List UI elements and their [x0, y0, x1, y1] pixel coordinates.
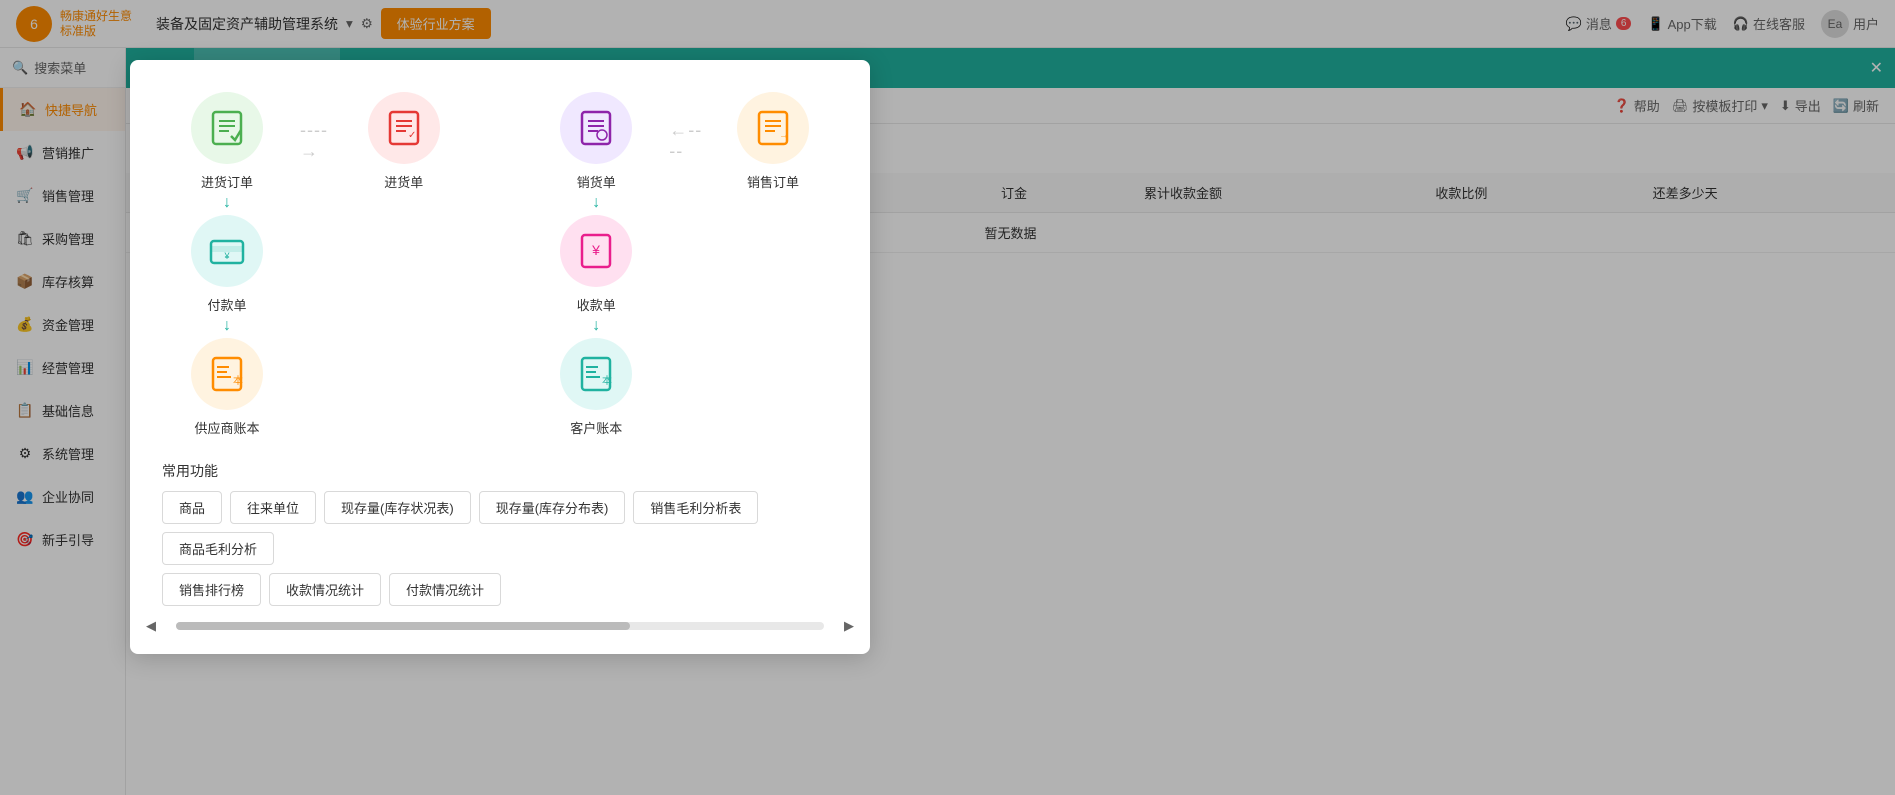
modal-box: 进货订单 ↓ ¥ 付款单 ↓ 本 — [130, 60, 870, 654]
sales-bill-circle — [560, 92, 632, 164]
scroll-track-wrap — [160, 622, 840, 630]
flow-col-1: 进货订单 ↓ ¥ 付款单 ↓ 本 — [162, 92, 292, 437]
arrow-down-2: ↓ — [592, 191, 600, 215]
supplier-account-circle: 本 — [191, 338, 263, 410]
svg-text:本: 本 — [233, 374, 243, 387]
svg-text:¥: ¥ — [591, 242, 600, 258]
flow-node-payment[interactable]: ¥ 付款单 — [162, 215, 292, 314]
scroll-arrow-right-btn[interactable]: ▶ — [844, 618, 854, 634]
common-btn-stock-dist[interactable]: 现存量(库存分布表) — [479, 491, 626, 524]
svg-text:¥: ¥ — [223, 251, 230, 261]
common-btn-stock-status[interactable]: 现存量(库存状况表) — [324, 491, 471, 524]
flow-node-sales-order[interactable]: → 销售订单 — [708, 92, 838, 191]
flow-col-3: 销货单 ↓ ¥ 收款单 ↓ 本 — [531, 92, 661, 437]
h-arrow-1: - - - - → — [292, 92, 339, 162]
arrow-down-1: ↓ — [223, 191, 231, 215]
modal-content: 进货订单 ↓ ¥ 付款单 ↓ 本 — [130, 60, 870, 606]
flow-node-purchase-bill[interactable]: ✓ 进货单 — [339, 92, 469, 191]
flow-node-customer-account[interactable]: 本 客户账本 — [531, 338, 661, 437]
common-btn-sales-rank[interactable]: 销售排行榜 — [162, 573, 261, 606]
scroll-arrow-left-btn[interactable]: ◀ — [146, 618, 156, 634]
common-btn-partner[interactable]: 往来单位 — [230, 491, 316, 524]
common-buttons-row-1: 商品 往来单位 现存量(库存状况表) 现存量(库存分布表) 销售毛利分析表 商品… — [162, 491, 838, 565]
svg-text:本: 本 — [602, 374, 612, 387]
scroll-row: ◀ ▶ — [130, 614, 870, 642]
modal-overlay[interactable]: 进货订单 ↓ ¥ 付款单 ↓ 本 — [0, 0, 1895, 795]
common-btn-receipt-stats[interactable]: 收款情况统计 — [269, 573, 381, 606]
payment-circle: ¥ — [191, 215, 263, 287]
h-arrow-2: ← - - - - — [661, 92, 708, 162]
flow-node-supplier-account[interactable]: 本 供应商账本 — [162, 338, 292, 437]
purchase-bill-label: 进货单 — [384, 172, 423, 191]
purchase-order-label: 进货订单 — [201, 172, 253, 191]
arrow-down-4: ↓ — [592, 314, 600, 338]
arrow-down-3: ↓ — [223, 314, 231, 338]
common-functions-section: 常用功能 商品 往来单位 现存量(库存状况表) 现存量(库存分布表) 销售毛利分… — [162, 461, 838, 606]
flow-node-purchase-order[interactable]: 进货订单 — [162, 92, 292, 191]
flow-node-sales-bill[interactable]: 销货单 — [531, 92, 661, 191]
flow-col-2: ✓ 进货单 — [339, 92, 469, 191]
flow-row-1: 进货订单 ↓ ¥ 付款单 ↓ 本 — [162, 84, 838, 445]
flow-section: 进货订单 ↓ ¥ 付款单 ↓ 本 — [162, 84, 838, 445]
common-btn-product[interactable]: 商品 — [162, 491, 222, 524]
receipt-circle: ¥ — [560, 215, 632, 287]
common-btn-payment-stats[interactable]: 付款情况统计 — [389, 573, 501, 606]
flow-col-4: → 销售订单 — [708, 92, 838, 191]
customer-account-circle: 本 — [560, 338, 632, 410]
sales-order-label: 销售订单 — [747, 172, 799, 191]
scroll-track — [176, 622, 824, 630]
receipt-label: 收款单 — [577, 295, 616, 314]
scroll-thumb[interactable] — [176, 622, 630, 630]
flow-node-receipt[interactable]: ¥ 收款单 — [531, 215, 661, 314]
common-buttons-row-2: 销售排行榜 收款情况统计 付款情况统计 — [162, 573, 838, 606]
sales-bill-label: 销货单 — [577, 172, 616, 191]
customer-account-label: 客户账本 — [570, 418, 622, 437]
common-btn-sales-profit[interactable]: 销售毛利分析表 — [633, 491, 758, 524]
common-functions-title: 常用功能 — [162, 461, 838, 481]
common-btn-product-profit[interactable]: 商品毛利分析 — [162, 532, 274, 565]
svg-text:✓: ✓ — [408, 130, 416, 141]
svg-text:→: → — [779, 130, 789, 141]
purchase-bill-circle: ✓ — [368, 92, 440, 164]
purchase-order-circle — [191, 92, 263, 164]
supplier-account-label: 供应商账本 — [194, 418, 259, 437]
sales-order-circle: → — [737, 92, 809, 164]
payment-label: 付款单 — [207, 295, 246, 314]
